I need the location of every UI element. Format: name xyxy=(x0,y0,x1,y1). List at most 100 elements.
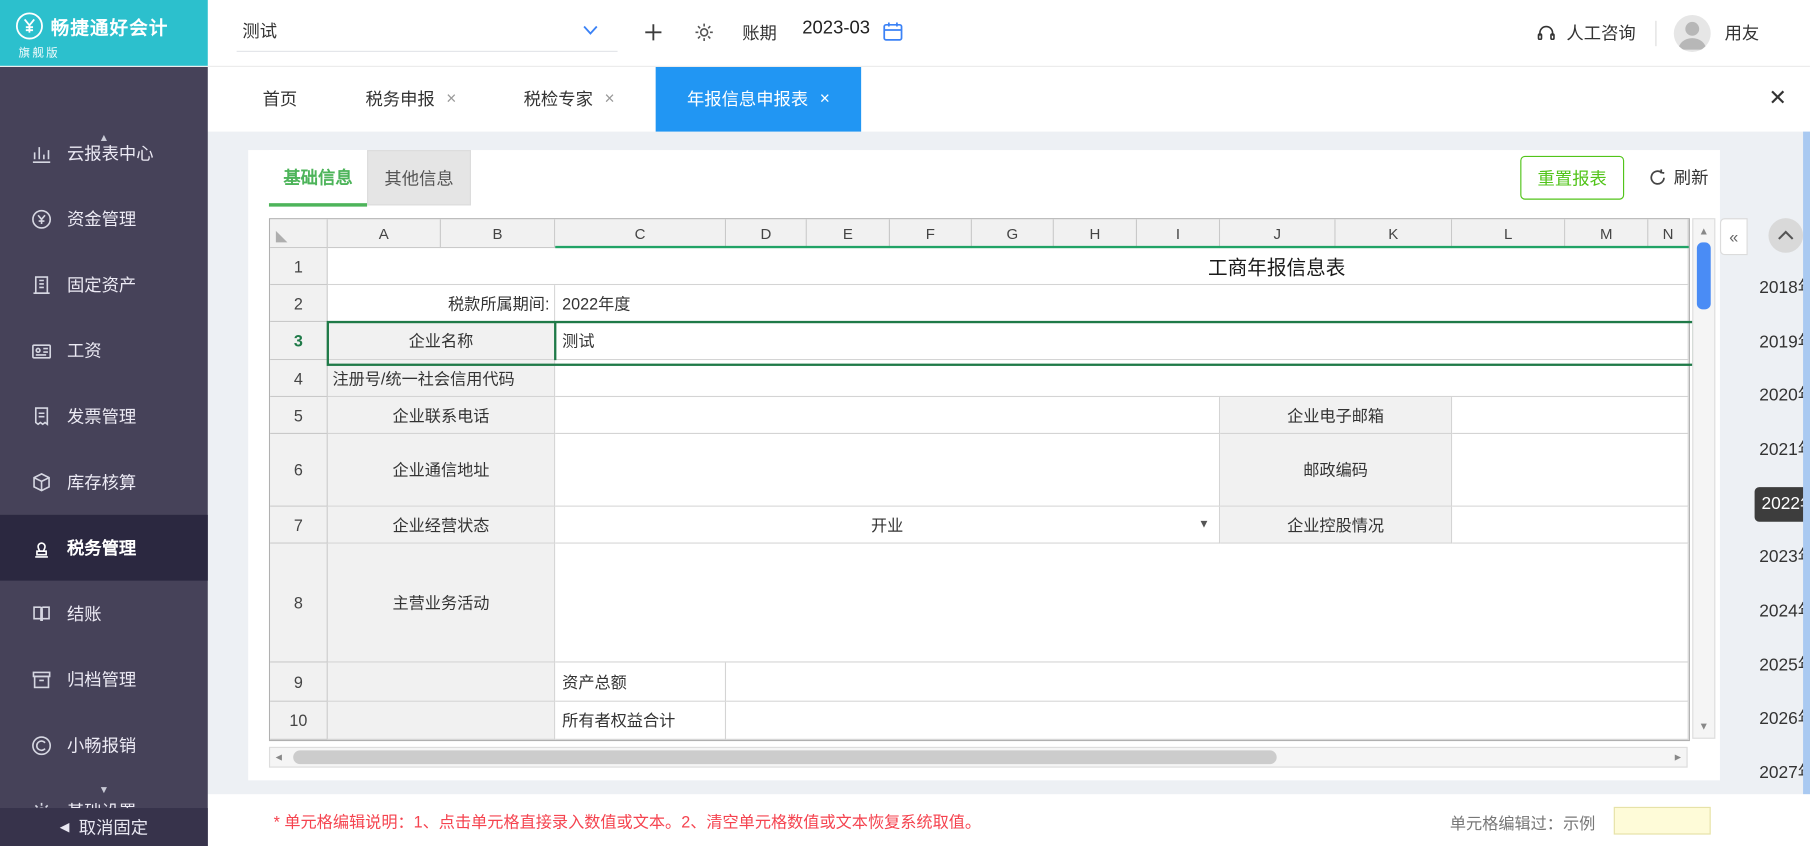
chevron-down-icon[interactable] xyxy=(583,25,598,35)
row-header: 6 xyxy=(270,434,328,507)
year-item[interactable]: 2021年度 xyxy=(1759,433,1803,468)
column-header: B xyxy=(440,219,556,249)
sidebar-item-archive[interactable]: 归档管理 xyxy=(0,646,208,712)
year-item[interactable]: 2018年度 xyxy=(1759,271,1803,306)
cell-blank-label[interactable] xyxy=(327,701,556,740)
window-close-button[interactable]: ✕ xyxy=(1755,66,1801,132)
vertical-scrollbar[interactable]: ▲ ▼ xyxy=(1692,218,1716,739)
cell-holding-label[interactable]: 企业控股情况 xyxy=(1220,506,1453,544)
tab-label: 税检专家 xyxy=(523,90,593,110)
reset-report-button[interactable]: 重置报表 xyxy=(1520,155,1625,200)
cell-blank-label[interactable] xyxy=(327,662,556,702)
cell-postcode-label[interactable]: 邮政编码 xyxy=(1220,434,1453,507)
cell-regno-value[interactable] xyxy=(555,360,1689,398)
column-header: K xyxy=(1335,219,1453,249)
tab-tax-expert[interactable]: 税检专家 × xyxy=(499,66,640,132)
cell-address-label[interactable]: 企业通信地址 xyxy=(327,434,556,507)
collapse-panel-button[interactable]: « xyxy=(1719,218,1748,256)
sidebar-item-cloud-reports[interactable]: 云报表中心 xyxy=(0,120,208,186)
gear-icon[interactable] xyxy=(693,21,716,44)
cell-email-value[interactable] xyxy=(1452,397,1689,435)
cell-period-label[interactable]: 税款所属期间: xyxy=(327,285,556,323)
sidebar-item-expense[interactable]: 小畅报销 xyxy=(0,712,208,778)
support-button[interactable]: 人工咨询 xyxy=(1535,0,1636,66)
sidebar-item-label: 归档管理 xyxy=(66,670,137,691)
tab-annual-report[interactable]: 年报信息申报表 × xyxy=(655,65,862,132)
tab-close-icon[interactable]: × xyxy=(446,89,456,109)
sidebar-item-label: 工资 xyxy=(66,341,102,362)
unpin-button[interactable]: ◀ 取消固定 xyxy=(0,808,208,846)
dropdown-caret-icon[interactable]: ▼ xyxy=(1198,518,1209,531)
sidebar-item-inventory[interactable]: 库存核算 xyxy=(0,449,208,515)
column-header: I xyxy=(1137,219,1221,249)
year-item[interactable]: 2026年度 xyxy=(1759,702,1803,737)
year-item[interactable]: 2027年度 xyxy=(1759,756,1803,791)
year-item[interactable]: 2020年度 xyxy=(1759,379,1803,414)
tab-other-info[interactable]: 其他信息 xyxy=(367,150,471,206)
tab-close-icon[interactable]: × xyxy=(820,89,830,109)
edited-legend-label: 单元格编辑过：示例 xyxy=(1449,813,1596,833)
cell-company-name-label[interactable]: 企业名称 xyxy=(327,322,556,361)
cell-company-name-value[interactable]: 测试 xyxy=(555,322,1689,361)
cell-business-value[interactable] xyxy=(555,543,1689,663)
tab-basic-info[interactable]: 基础信息 xyxy=(268,150,368,207)
cell-regno-label[interactable]: 注册号/统一社会信用代码 xyxy=(327,360,556,398)
cell-equity-label[interactable]: 所有者权益合计 xyxy=(555,701,727,740)
sidebar-item-closing[interactable]: 结账 xyxy=(0,581,208,647)
period-value[interactable]: 2023-03 xyxy=(802,18,870,39)
cell-report-title[interactable]: 工商年报信息表 xyxy=(327,248,1689,286)
avatar[interactable] xyxy=(1673,15,1711,52)
refresh-button[interactable]: 刷新 xyxy=(1648,165,1708,189)
cell-email-label[interactable]: 企业电子邮箱 xyxy=(1220,397,1453,435)
year-item[interactable]: 2024年度 xyxy=(1759,594,1803,629)
row-header: 1 xyxy=(270,248,328,286)
scroll-down-icon[interactable]: ▼ xyxy=(1693,717,1714,735)
cell-period-value[interactable]: 2022年度 xyxy=(555,285,1689,323)
sidebar-item-label: 云报表中心 xyxy=(66,144,154,164)
year-item[interactable]: 2023年度 xyxy=(1759,540,1803,575)
sidebar-item-salary[interactable]: 工资 xyxy=(0,317,208,383)
back-to-top-button[interactable] xyxy=(1768,218,1804,253)
sidebar-scroll-down-icon[interactable]: ▼ xyxy=(0,784,208,796)
cell-business-label[interactable]: 主营业务活动 xyxy=(327,543,556,663)
username[interactable]: 用友 xyxy=(1725,21,1760,45)
cell-phone-value[interactable] xyxy=(555,397,1221,435)
cell-status-label[interactable]: 企业经营状态 xyxy=(327,506,556,544)
scroll-up-icon[interactable]: ▲ xyxy=(1693,222,1714,240)
select-all-corner xyxy=(270,219,328,249)
sidebar-item-label: 小畅报销 xyxy=(66,736,137,757)
year-item[interactable]: 2025年度 xyxy=(1759,649,1803,684)
add-account-button[interactable] xyxy=(644,23,662,41)
cell-assets-value[interactable] xyxy=(726,662,1689,702)
scroll-left-icon[interactable]: ◄ xyxy=(274,748,284,766)
tab-home[interactable]: 首页 xyxy=(242,66,317,132)
close-icon: ✕ xyxy=(1768,86,1787,111)
calendar-icon[interactable] xyxy=(882,21,904,43)
column-header: J xyxy=(1220,219,1336,249)
scroll-right-icon[interactable]: ► xyxy=(1673,748,1683,766)
account-switcher[interactable]: 测试 xyxy=(242,18,277,42)
nav-tab-bar: 首页 税务申报 × 税检专家 × 年报信息申报表 × ✕ xyxy=(207,65,1810,132)
vscroll-thumb[interactable] xyxy=(1696,242,1711,310)
year-item[interactable]: 2019年度 xyxy=(1759,326,1803,361)
status-value: 开业 xyxy=(870,515,904,534)
tab-close-icon[interactable]: × xyxy=(604,89,614,109)
cell-address-value[interactable] xyxy=(555,434,1221,507)
receipt-icon xyxy=(30,405,53,428)
sidebar-item-fixed-assets[interactable]: 固定资产 xyxy=(0,252,208,318)
horizontal-scrollbar[interactable]: ◄ ► xyxy=(268,746,1688,768)
column-header: M xyxy=(1565,219,1649,249)
cell-assets-label[interactable]: 资产总额 xyxy=(555,662,727,702)
sidebar-item-funds[interactable]: 资金管理 xyxy=(0,186,208,252)
sidebar-item-invoices[interactable]: 发票管理 xyxy=(0,383,208,449)
cell-status-value[interactable]: 开业 ▼ xyxy=(555,506,1221,544)
cell-equity-value[interactable] xyxy=(726,701,1689,740)
tab-tax-filing[interactable]: 税务申报 × xyxy=(341,66,482,132)
year-item-active[interactable]: 2022年度 xyxy=(1754,487,1804,522)
cell-holding-value[interactable] xyxy=(1452,506,1689,544)
hscroll-thumb[interactable] xyxy=(293,750,1277,765)
sidebar-item-tax[interactable]: 税务管理 xyxy=(0,514,208,581)
period-label: 账期 xyxy=(742,24,777,44)
cell-postcode-value[interactable] xyxy=(1452,434,1689,507)
cell-phone-label[interactable]: 企业联系电话 xyxy=(327,397,556,435)
